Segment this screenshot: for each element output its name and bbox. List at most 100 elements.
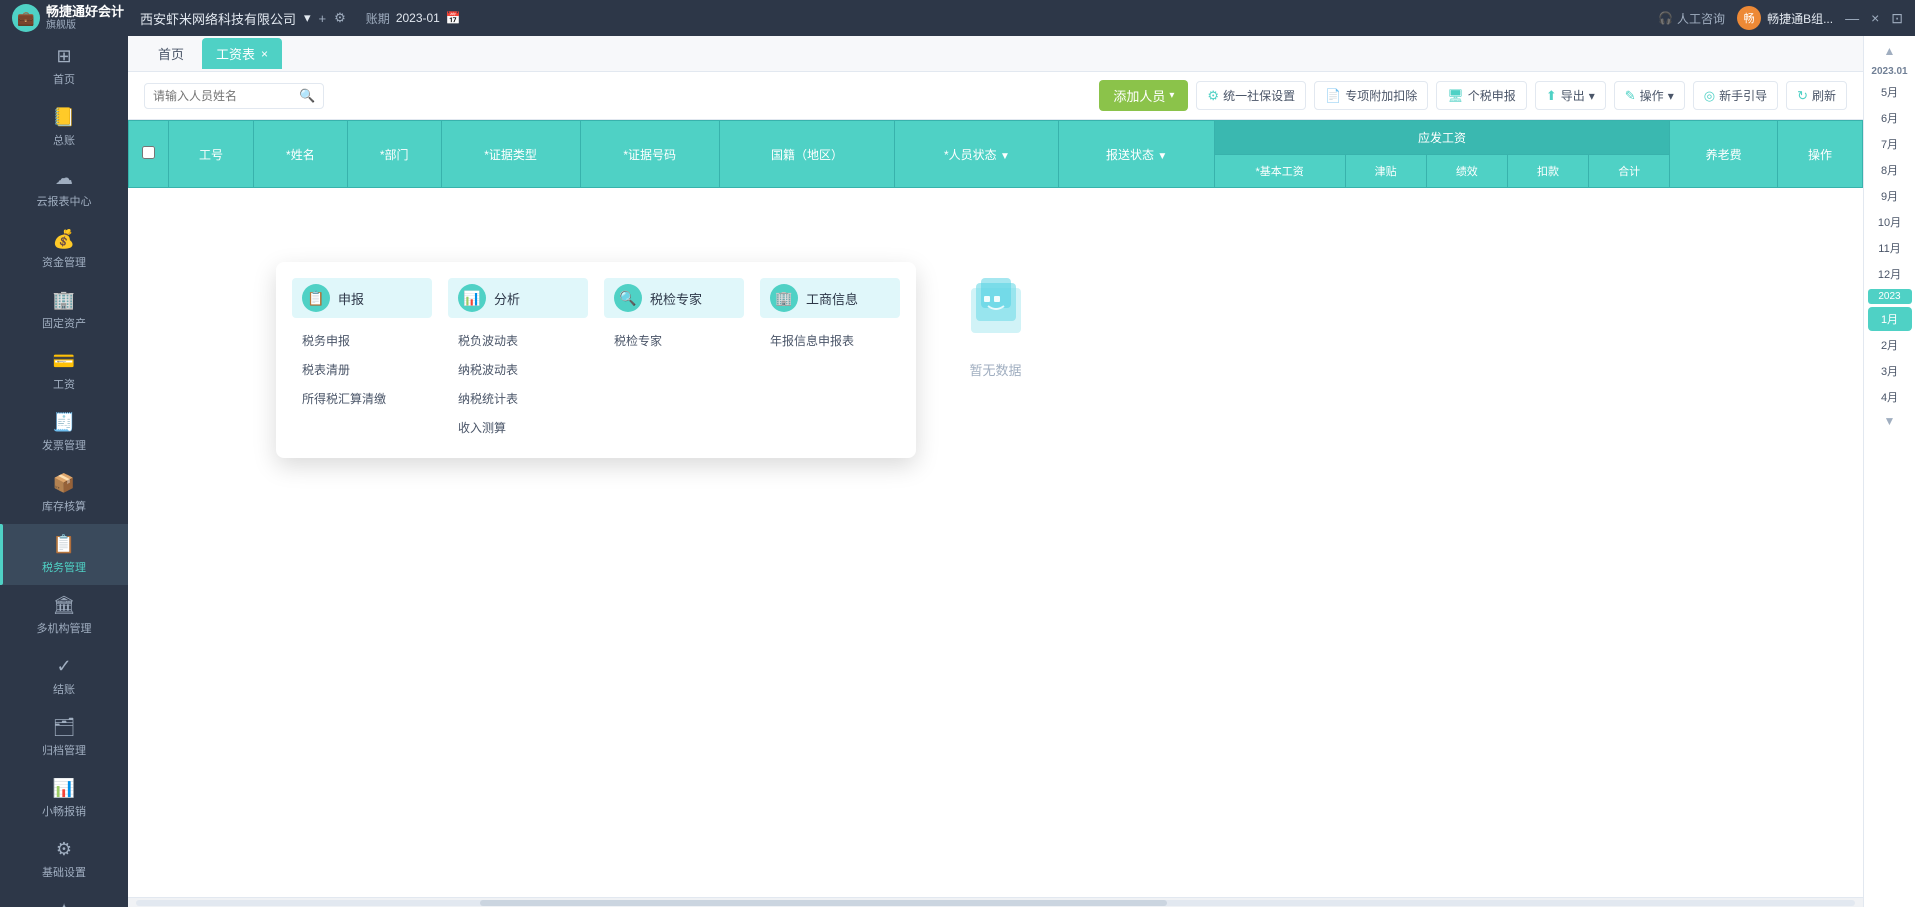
cal-month-2[interactable]: 2月 bbox=[1868, 333, 1912, 357]
window-minimize[interactable]: — bbox=[1845, 10, 1859, 26]
sidebar-item-funds[interactable]: 💰 资金管理 bbox=[0, 219, 128, 280]
dropdown-item-tax-declare[interactable]: 税务申报 bbox=[292, 326, 432, 355]
refresh-icon: ↻ bbox=[1797, 88, 1808, 104]
guide-toolbar-icon: ◎ bbox=[1704, 88, 1715, 104]
cal-nav-up[interactable]: ▲ bbox=[1864, 40, 1915, 62]
salary-icon: 💳 bbox=[53, 351, 75, 372]
cal-month-5[interactable]: 5月 bbox=[1868, 80, 1912, 104]
operation-icon: ✎ bbox=[1625, 88, 1636, 104]
cal-month-8[interactable]: 8月 bbox=[1868, 158, 1912, 182]
sidebar: ⊞ 首页 📒 总账 ☁ 云报表中心 💰 资金管理 🏢 固定资产 💳 工资 🧾 发… bbox=[0, 36, 128, 907]
dropdown-item-tax-burden[interactable]: 税负波动表 bbox=[448, 326, 588, 355]
special-deduct-btn[interactable]: 📄 专项附加扣除 bbox=[1314, 81, 1428, 110]
table-container: 工号 *姓名 *部门 *证据类型 *证据号码 国籍（地区） *人员状态 ▼ 报送… bbox=[128, 120, 1863, 897]
support-label: 人工咨询 bbox=[1677, 10, 1725, 27]
home-icon: ⊞ bbox=[56, 46, 71, 67]
operation-btn[interactable]: ✎ 操作 ▾ bbox=[1614, 81, 1685, 110]
dropdown-menu: 📋 申报 税务申报 税表清册 所得税汇算清缴 📊 分析 税负波动表 bbox=[276, 262, 916, 458]
tax-declare-btn[interactable]: 🖥 个税申报 bbox=[1436, 81, 1527, 110]
dropdown-item-tax-payment[interactable]: 纳税波动表 bbox=[448, 355, 588, 384]
sidebar-item-guide[interactable]: ✦ 新手引导 bbox=[0, 890, 128, 907]
guide-icon: ✦ bbox=[56, 900, 71, 907]
dropdown-arrow-icon: ▾ bbox=[1169, 90, 1174, 101]
company-name: 西安虾米网络科技有限公司 bbox=[140, 9, 296, 28]
cal-month-1[interactable]: 1月 bbox=[1868, 307, 1912, 331]
add-company-btn[interactable]: + bbox=[319, 11, 327, 26]
company-selector[interactable]: 西安虾米网络科技有限公司 ▾ bbox=[140, 9, 311, 28]
sidebar-item-cloud[interactable]: ☁ 云报表中心 bbox=[0, 158, 128, 219]
dropdown-item-tax-form[interactable]: 税表清册 bbox=[292, 355, 432, 384]
window-close-icon[interactable]: × bbox=[1871, 10, 1879, 26]
user-area[interactable]: 畅 畅捷通B组... bbox=[1737, 6, 1833, 30]
cal-month-10[interactable]: 10月 bbox=[1868, 210, 1912, 234]
social-security-icon: ⚙ bbox=[1207, 88, 1219, 104]
cal-month-11[interactable]: 11月 bbox=[1868, 236, 1912, 260]
refresh-btn[interactable]: ↻ 刷新 bbox=[1786, 81, 1847, 110]
export-icon: ⬆ bbox=[1546, 88, 1557, 104]
cal-month-3[interactable]: 3月 bbox=[1868, 359, 1912, 383]
avatar: 畅 bbox=[1737, 6, 1761, 30]
report-filter-icon[interactable]: ▼ bbox=[1157, 151, 1167, 162]
cal-month-12[interactable]: 12月 bbox=[1868, 262, 1912, 286]
scroll-thumb[interactable] bbox=[480, 900, 1168, 906]
dropdown-item-annual-report[interactable]: 年报信息申报表 bbox=[760, 326, 900, 355]
cal-nav-down[interactable]: ▼ bbox=[1864, 410, 1915, 432]
sidebar-item-archive[interactable]: 🗂 归档管理 bbox=[0, 707, 128, 768]
ledger-icon: 📒 bbox=[53, 107, 75, 128]
guide-btn[interactable]: ◎ 新手引导 bbox=[1693, 81, 1778, 110]
sidebar-label-tax: 税务管理 bbox=[42, 559, 86, 575]
settings-sidebar-icon: ⚙ bbox=[56, 839, 72, 860]
sidebar-item-close[interactable]: ✓ 结账 bbox=[0, 646, 128, 707]
dropdown-item-tax-stats[interactable]: 纳税统计表 bbox=[448, 384, 588, 413]
select-all-checkbox[interactable] bbox=[142, 146, 155, 159]
declare-section-title: 申报 bbox=[338, 289, 364, 308]
biz-section-title: 工商信息 bbox=[806, 289, 858, 308]
operation-arrow-icon: ▾ bbox=[1668, 89, 1674, 103]
toolbar: 🔍 添加人员 ▾ ⚙ 统一社保设置 📄 专项附加扣除 🖥 个税申报 ⬆ 导出 bbox=[128, 72, 1863, 120]
refresh-label: 刷新 bbox=[1812, 87, 1836, 104]
headset-icon: 🎧 bbox=[1658, 11, 1673, 25]
sidebar-label-home: 首页 bbox=[53, 71, 75, 87]
guide-label: 新手引导 bbox=[1719, 87, 1767, 104]
settings-icon[interactable]: ⚙ bbox=[334, 10, 346, 26]
tab-home[interactable]: 首页 bbox=[144, 38, 198, 69]
cal-month-4[interactable]: 4月 bbox=[1868, 385, 1912, 409]
tab-salary[interactable]: 工资表 × bbox=[202, 38, 282, 69]
cal-month-7[interactable]: 7月 bbox=[1868, 132, 1912, 156]
cal-year-2023-header: 2023.01 bbox=[1871, 66, 1907, 77]
calendar-icon[interactable]: 📅 bbox=[446, 11, 461, 25]
dropdown-section-header-biz: 🏢 工商信息 bbox=[760, 278, 900, 318]
add-person-button[interactable]: 添加人员 ▾ bbox=[1099, 80, 1188, 111]
cal-month-6[interactable]: 6月 bbox=[1868, 106, 1912, 130]
sidebar-item-ledger[interactable]: 📒 总账 bbox=[0, 97, 128, 158]
cal-month-9[interactable]: 9月 bbox=[1868, 184, 1912, 208]
search-input[interactable] bbox=[153, 89, 293, 103]
col-checkbox[interactable] bbox=[129, 121, 169, 188]
col-name: *姓名 bbox=[253, 121, 347, 188]
search-icon: 🔍 bbox=[299, 88, 315, 104]
sidebar-item-salary[interactable]: 💳 工资 bbox=[0, 341, 128, 402]
dropdown-item-expert[interactable]: 税检专家 bbox=[604, 326, 744, 355]
sidebar-item-invoice[interactable]: 🧾 发票管理 bbox=[0, 402, 128, 463]
sidebar-item-inventory[interactable]: 📦 库存核算 bbox=[0, 463, 128, 524]
window-maximize-icon[interactable]: ⊡ bbox=[1891, 10, 1903, 27]
sidebar-item-assets[interactable]: 🏢 固定资产 bbox=[0, 280, 128, 341]
dropdown-item-income-calc[interactable]: 收入测算 bbox=[448, 413, 588, 442]
sidebar-item-multi[interactable]: 🏛 多机构管理 bbox=[0, 585, 128, 646]
dropdown-item-income-tax-calc[interactable]: 所得税汇算清缴 bbox=[292, 384, 432, 413]
support-link[interactable]: 🎧 人工咨询 bbox=[1658, 10, 1725, 27]
sidebar-item-tax[interactable]: 📋 税务管理 bbox=[0, 524, 128, 585]
horizontal-scrollbar[interactable] bbox=[128, 897, 1863, 907]
sidebar-item-settings[interactable]: ⚙ 基础设置 bbox=[0, 829, 128, 890]
tab-close-icon[interactable]: × bbox=[261, 47, 268, 61]
col-deduction: 扣款 bbox=[1507, 155, 1588, 188]
export-btn[interactable]: ⬆ 导出 ▾ bbox=[1535, 81, 1606, 110]
sidebar-item-report[interactable]: 📊 小畅报销 bbox=[0, 768, 128, 829]
status-filter-icon[interactable]: ▼ bbox=[1000, 151, 1010, 162]
expert-section-icon: 🔍 bbox=[614, 284, 642, 312]
search-box[interactable]: 🔍 bbox=[144, 83, 324, 109]
social-security-btn[interactable]: ⚙ 统一社保设置 bbox=[1196, 81, 1306, 110]
sidebar-item-home[interactable]: ⊞ 首页 bbox=[0, 36, 128, 97]
scroll-track[interactable] bbox=[136, 900, 1855, 906]
analysis-section-title: 分析 bbox=[494, 289, 520, 308]
